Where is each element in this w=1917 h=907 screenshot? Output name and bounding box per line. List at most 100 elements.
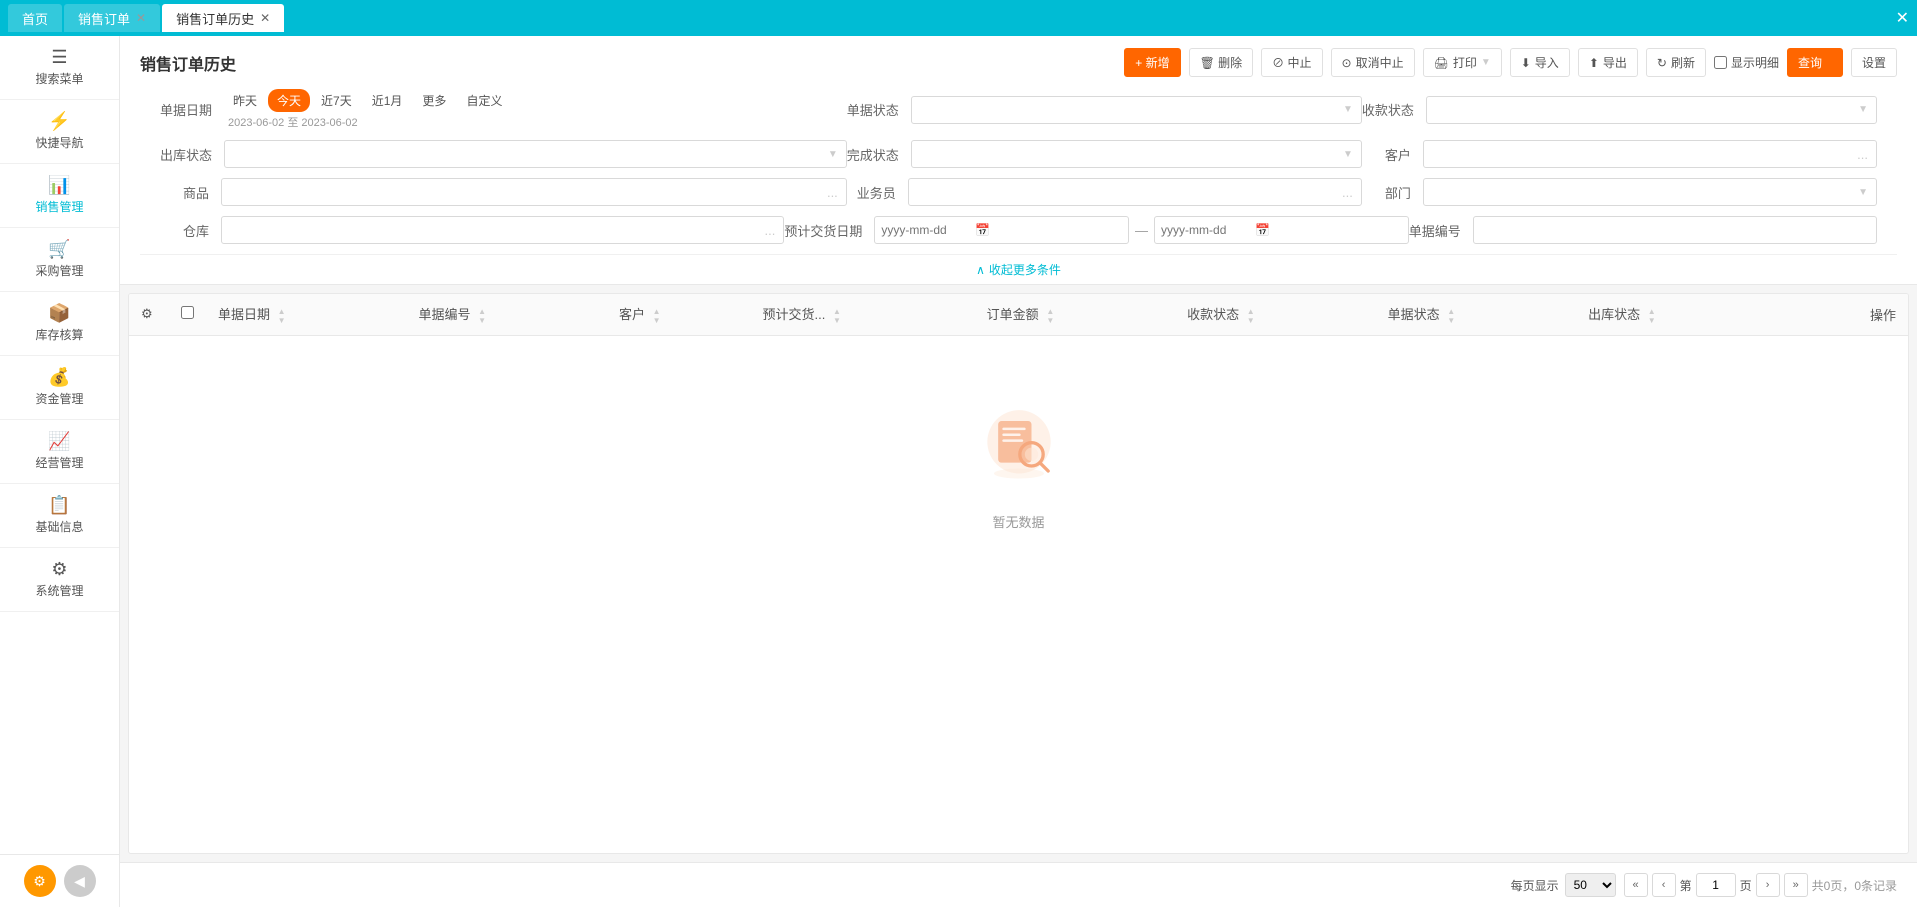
import-btn[interactable]: ⬇ 导入 [1510, 48, 1570, 77]
new-btn[interactable]: + 新增 [1124, 48, 1180, 77]
th-gear[interactable]: ⚙ [129, 294, 169, 335]
collapse-label: 收起更多条件 [989, 261, 1061, 278]
delivery-date-label: 预计交货日期 [784, 221, 868, 240]
import-icon: ⬇ [1521, 56, 1531, 70]
refresh-btn[interactable]: ↻ 刷新 [1646, 48, 1706, 77]
amount-sort-icons: ▲▼ [1046, 307, 1054, 325]
th-checkbox[interactable] [169, 294, 206, 335]
top-bar-right: ✕ [1896, 8, 1909, 28]
sidebar: ☰ 搜索菜单 ⚡ 快捷导航 📊 销售管理 🛒 采购管理 📦 库存核算 💰 资金管… [0, 36, 120, 907]
date-1month-btn[interactable]: 近1月 [363, 89, 412, 112]
sidebar-item-basic-info[interactable]: 📋 基础信息 [0, 484, 119, 548]
page-size-label: 每页显示 [1511, 877, 1559, 894]
sidebar-item-sales-mgmt[interactable]: 📊 销售管理 [0, 164, 119, 228]
out-stock-select[interactable]: ▼ [224, 140, 847, 168]
page-input[interactable] [1696, 873, 1736, 897]
date-btn-group: 昨天 今天 近7天 近1月 更多 自定义 [224, 89, 511, 112]
complete-arrow: ▼ [1343, 149, 1353, 160]
first-page-btn[interactable]: « [1624, 873, 1648, 897]
query-btn[interactable]: 查询 [1787, 48, 1843, 77]
goods-input[interactable]: ... [221, 178, 847, 206]
th-action: 操作 [1777, 294, 1908, 335]
th-out-status: 出库状态 ▲▼ [1576, 294, 1776, 335]
customer-input[interactable]: ... [1423, 140, 1877, 168]
date-7days-btn[interactable]: 近7天 [312, 89, 361, 112]
sidebar-item-finance[interactable]: 💰 资金管理 [0, 356, 119, 420]
page-size-select[interactable]: 10 20 50 100 [1565, 873, 1616, 897]
last-page-btn[interactable]: » [1784, 873, 1808, 897]
order-no-input[interactable] [1473, 216, 1877, 244]
date-filter-cell: 单据日期 昨天 今天 近7天 近1月 更多 自定义 2023-06-02 至 2… [160, 89, 847, 130]
page-total: 共0页，0条记录 [1812, 877, 1897, 894]
delivery-date-from-group: 📅 [874, 216, 1129, 244]
complete-select[interactable]: ▼ [911, 140, 1362, 168]
payment-filter-cell: 收款状态 ▼ [1362, 96, 1877, 124]
collapse-row[interactable]: ∧ 收起更多条件 [140, 254, 1897, 284]
empty-row: 暂无数据 [129, 335, 1908, 591]
out-stock-arrow: ▼ [828, 149, 838, 160]
tab-sales-order-close[interactable]: ✕ [136, 12, 146, 24]
stop-btn[interactable]: ⊘ 中止 [1261, 48, 1322, 77]
calendar-from-icon[interactable]: 📅 [975, 223, 990, 237]
date-yesterday-btn[interactable]: 昨天 [224, 89, 266, 112]
cancel-stop-btn[interactable]: ⊙ 取消中止 [1331, 48, 1415, 77]
out-stock-label: 出库状态 [160, 145, 218, 164]
page-header: 销售订单历史 + 新增 🗑 删除 ⊘ 中止 ⊙ 取消中止 🖨 🖨 打印 打印 ▼ [120, 36, 1917, 285]
delete-btn[interactable]: 🗑 删除 [1189, 48, 1254, 77]
date-range-display: 2023-06-02 至 2023-06-02 [224, 114, 511, 130]
main-layout: ☰ 搜索菜单 ⚡ 快捷导航 📊 销售管理 🛒 采购管理 📦 库存核算 💰 资金管… [0, 36, 1917, 907]
th-date: 单据日期 ▲▼ [206, 294, 406, 335]
sidebar-collapse-btn[interactable]: ◀ [64, 865, 96, 897]
date-more-btn[interactable]: 更多 [413, 89, 455, 112]
sidebar-item-quick-nav[interactable]: ⚡ 快捷导航 [0, 100, 119, 164]
delivery-date-from-input[interactable] [881, 223, 971, 237]
settings-btn[interactable]: 设置 [1851, 48, 1897, 77]
tab-home[interactable]: 首页 [8, 4, 62, 32]
print-btn[interactable]: 🖨 🖨 打印 打印 ▼ [1423, 48, 1502, 77]
gear-icon: ⚙ [141, 306, 153, 321]
filter-section: 单据日期 昨天 今天 近7天 近1月 更多 自定义 2023-06-02 至 2… [140, 89, 1897, 284]
filter-row-2: 出库状态 ▼ 完成状态 ▼ 客户 [160, 140, 1877, 168]
calendar-to-icon[interactable]: 📅 [1255, 223, 1270, 237]
tab-sales-order[interactable]: 销售订单 ✕ [64, 4, 160, 32]
prev-page-btn[interactable]: ‹ [1652, 873, 1676, 897]
order-no-sort-icons: ▲▼ [478, 307, 486, 325]
sidebar-item-inventory[interactable]: 📦 库存核算 [0, 292, 119, 356]
delivery-date-filter-cell: 预计交货日期 📅 — 📅 [784, 216, 1408, 244]
sidebar-settings-btn[interactable]: ⚙ [24, 865, 56, 897]
sidebar-item-search-menu[interactable]: ☰ 搜索菜单 [0, 36, 119, 100]
date-custom-btn[interactable]: 自定义 [457, 89, 511, 112]
empty-cell: 暂无数据 [129, 335, 1908, 591]
sidebar-item-system[interactable]: ⚙ 系统管理 [0, 548, 119, 612]
select-all-checkbox[interactable] [181, 306, 194, 319]
payment-select[interactable]: ▼ [1426, 96, 1877, 124]
window-close-icon[interactable]: ✕ [1896, 8, 1909, 28]
next-page-btn[interactable]: › [1756, 873, 1780, 897]
display-detail-toggle[interactable]: 显示明细 [1714, 54, 1779, 71]
goods-filter-cell: 商品 ... [160, 178, 847, 206]
date-options-group: 昨天 今天 近7天 近1月 更多 自定义 2023-06-02 至 2023-0… [224, 89, 511, 130]
date-filter-label: 单据日期 [160, 100, 218, 119]
th-payment-status: 收款状态 ▲▼ [1175, 294, 1375, 335]
display-detail-checkbox[interactable] [1714, 56, 1727, 69]
tab-sales-order-history[interactable]: 销售订单历史 ✕ [162, 4, 284, 32]
status-select-arrow: ▼ [1343, 104, 1353, 115]
finance-icon: 💰 [48, 368, 70, 386]
export-btn[interactable]: ⬆ 导出 [1578, 48, 1638, 77]
complete-label: 完成状态 [847, 145, 905, 164]
cancel-stop-icon: ⊙ [1342, 56, 1352, 70]
status-select[interactable]: ▼ [911, 96, 1362, 124]
toolbar: + 新增 🗑 删除 ⊘ 中止 ⊙ 取消中止 🖨 🖨 打印 打印 ▼ ⬇ [1124, 48, 1897, 77]
filter-row-4: 仓库 ... 预计交货日期 📅 — [160, 216, 1877, 244]
delivery-date-to-input[interactable] [1161, 223, 1251, 237]
sidebar-item-purchase-mgmt[interactable]: 🛒 采购管理 [0, 228, 119, 292]
tab-history-close[interactable]: ✕ [260, 12, 270, 24]
collapse-icon: ∧ [976, 263, 985, 277]
data-table: ⚙ 单据日期 ▲▼ 单据编号 ▲▼ [129, 294, 1908, 591]
date-today-btn[interactable]: 今天 [268, 89, 310, 112]
salesperson-input[interactable]: ... [908, 178, 1362, 206]
empty-state: 暂无数据 [129, 336, 1908, 591]
warehouse-input[interactable]: ... [221, 216, 784, 244]
dept-select[interactable]: ▼ [1423, 178, 1877, 206]
sidebar-item-operations[interactable]: 📈 经营管理 [0, 420, 119, 484]
